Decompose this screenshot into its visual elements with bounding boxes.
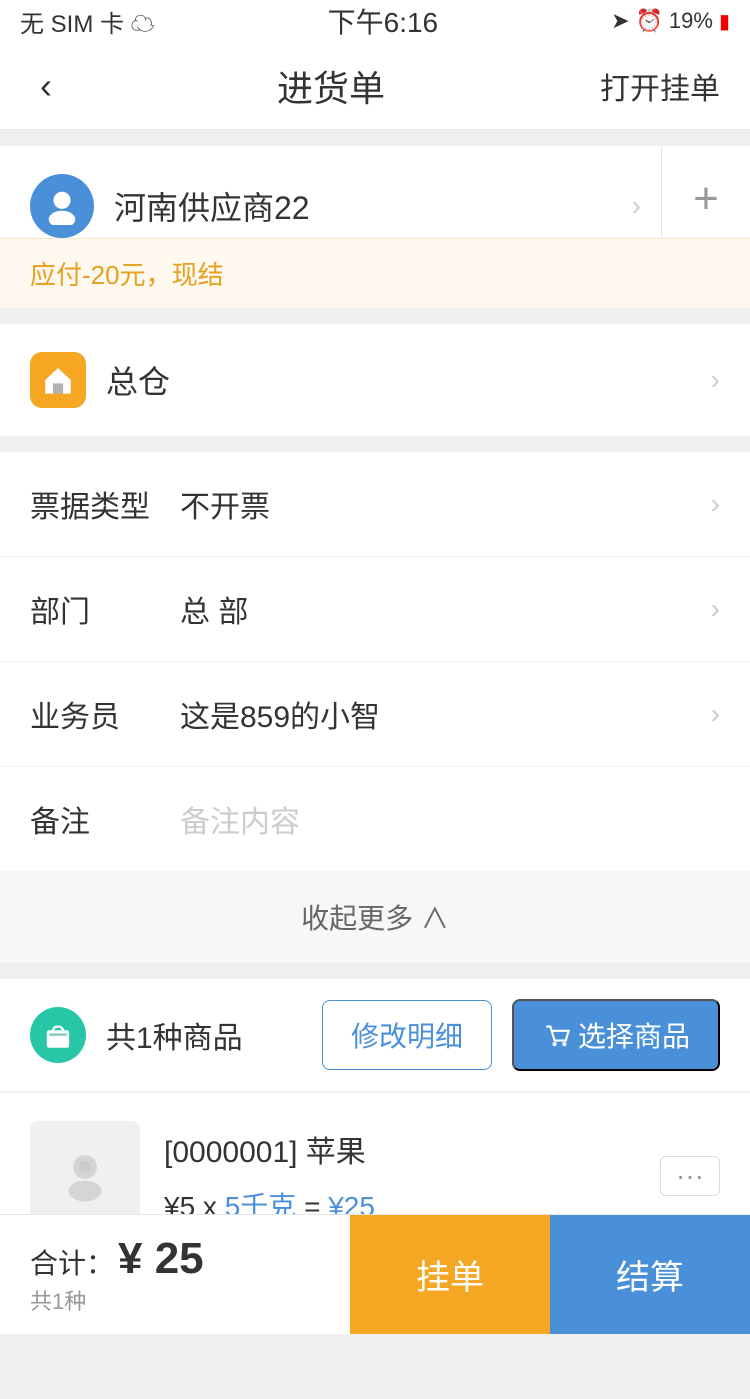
- alarm-icon: ⏰: [636, 8, 663, 34]
- checkout-button[interactable]: 结算: [550, 1215, 750, 1334]
- total-label: 合计：: [30, 1242, 114, 1282]
- remark-row[interactable]: 备注 备注内容: [0, 767, 750, 871]
- invoice-type-value: 不开票: [160, 482, 701, 526]
- remark-input[interactable]: 备注内容: [160, 797, 720, 841]
- remark-label: 备注: [30, 797, 160, 841]
- status-right: ➤ ⏰ 19% ▮: [611, 8, 730, 34]
- salesperson-label: 业务员: [30, 692, 160, 736]
- warehouse-row[interactable]: 总仓 ›: [0, 324, 750, 436]
- supplier-add-button[interactable]: +: [662, 146, 750, 238]
- supplier-section: 河南供应商22 › +: [0, 146, 750, 238]
- invoice-type-row[interactable]: 票据类型 不开票 ›: [0, 452, 750, 557]
- status-time: 下午6:16: [328, 1, 439, 41]
- chevron-right-icon: ›: [711, 698, 720, 730]
- select-product-label: 选择商品: [578, 1015, 690, 1055]
- cart-icon: [542, 1021, 570, 1049]
- warehouse-name: 总仓: [106, 357, 701, 403]
- invoice-type-label: 票据类型: [30, 482, 160, 526]
- supplier-name: 河南供应商22: [114, 183, 622, 229]
- product-name: [0000001] 苹果: [164, 1127, 636, 1171]
- products-icon: [30, 1007, 86, 1063]
- collapse-bar[interactable]: 收起更多 ∧: [0, 871, 750, 963]
- back-button[interactable]: ‹: [30, 55, 62, 117]
- page-title: 进货单: [277, 60, 385, 112]
- chevron-right-icon: ›: [711, 593, 720, 625]
- modify-detail-button[interactable]: 修改明细: [322, 1000, 492, 1070]
- main-content: 河南供应商22 › + 应付-20元，现结 总仓 › 票据类型 不开票 › 部门…: [0, 130, 750, 1399]
- product-more-button[interactable]: ···: [660, 1156, 720, 1196]
- hang-order-button[interactable]: 挂单: [350, 1215, 550, 1334]
- status-bar: 无 SIM 卡 ☁ 下午6:16 ➤ ⏰ 19% ▮: [0, 0, 750, 42]
- status-left: 无 SIM 卡 ☁: [20, 4, 155, 39]
- location-icon: ➤: [611, 8, 629, 34]
- product-code: [0000001]: [164, 1136, 306, 1169]
- top-spacer: [0, 130, 750, 146]
- department-value: 总 部: [160, 587, 701, 631]
- department-label: 部门: [30, 587, 160, 631]
- form-section: 票据类型 不开票 › 部门 总 部 › 业务员 这是859的小智 › 备注 备注…: [0, 452, 750, 871]
- sim-status: 无 SIM 卡 ☁: [20, 4, 155, 39]
- products-header: 共1种商品 修改明细 选择商品: [0, 979, 750, 1091]
- supplier-notice: 应付-20元，现结: [0, 238, 750, 308]
- product-info: [0000001] 苹果 ¥5 x 5千克 = ¥25: [164, 1127, 636, 1225]
- total-amount: ¥ 25: [118, 1234, 204, 1284]
- supplier-row[interactable]: 河南供应商22 ›: [0, 146, 662, 238]
- house-icon: [41, 363, 75, 397]
- product-image-placeholder: [55, 1146, 115, 1206]
- warehouse-icon: [30, 352, 86, 408]
- supplier-avatar: [30, 174, 94, 238]
- select-product-button[interactable]: 选择商品: [512, 999, 720, 1071]
- bottom-total: 合计： ¥ 25 共1种: [0, 1215, 350, 1334]
- open-hang-button[interactable]: 打开挂单: [600, 64, 720, 108]
- user-icon: [43, 187, 81, 225]
- bottom-bar: 合计： ¥ 25 共1种 挂单 结算: [0, 1214, 750, 1334]
- chevron-right-icon: ›: [711, 364, 720, 396]
- chevron-right-icon: ›: [632, 190, 641, 222]
- salesperson-value: 这是859的小智: [160, 692, 701, 736]
- battery-icon: ▮: [719, 9, 730, 34]
- chevron-right-icon: ›: [711, 488, 720, 520]
- products-count: 共1种商品: [106, 1013, 302, 1057]
- nav-bar: ‹ 进货单 打开挂单: [0, 42, 750, 130]
- battery-text: 19%: [669, 8, 713, 34]
- salesperson-row[interactable]: 业务员 这是859的小智 ›: [0, 662, 750, 767]
- department-row[interactable]: 部门 总 部 ›: [0, 557, 750, 662]
- product-title: 苹果: [306, 1136, 366, 1169]
- shopping-bag-icon: [42, 1019, 74, 1051]
- total-count: 共1种: [30, 1284, 320, 1316]
